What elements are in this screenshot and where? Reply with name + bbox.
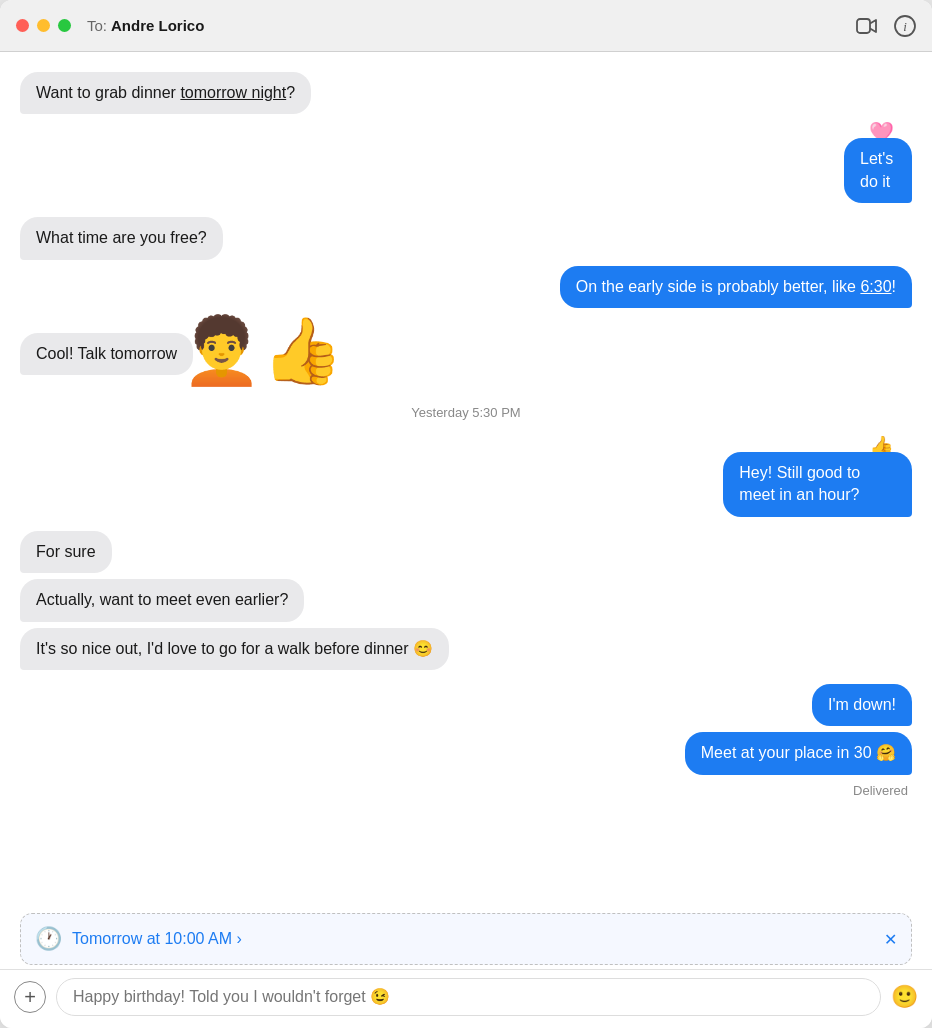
recipient-name: Andre Lorico [111, 17, 204, 34]
message-bubble: For sure [20, 531, 112, 573]
message-row: What time are you free? [20, 217, 912, 259]
message-bubble: Hey! Still good to meet in an hour? [723, 452, 912, 517]
title-bar: To: Andre Lorico i [0, 0, 932, 52]
input-area: + 🙂 [0, 969, 932, 1028]
message-bubble: What time are you free? [20, 217, 223, 259]
message-group-right: 👍 Hey! Still good to meet in an hour? [20, 434, 912, 517]
memoji-sticker: 🧑‍🦱👍 [181, 318, 343, 383]
close-button[interactable] [16, 19, 29, 32]
message-bubble: I'm down! [812, 684, 912, 726]
message-bubble: On the early side is probably better, li… [560, 266, 912, 308]
svg-text:i: i [903, 19, 907, 34]
info-button[interactable]: i [894, 15, 916, 37]
close-icon: ✕ [884, 931, 897, 948]
message-text: On the early side is probably better, li… [576, 278, 896, 295]
plus-icon: + [24, 986, 36, 1009]
messages-window: To: Andre Lorico i Want to grab dinner t… [0, 0, 932, 1028]
video-call-button[interactable] [856, 18, 878, 34]
message-row: Hey! Still good to meet in an hour? [635, 452, 912, 517]
scheduled-banner: 🕐 Tomorrow at 10:00 AM › ✕ [20, 913, 912, 965]
message-text: Cool! Talk tomorrow [36, 345, 177, 362]
to-label: To: [87, 17, 107, 34]
message-input[interactable] [56, 978, 881, 1016]
emoji-button[interactable]: 🙂 [891, 984, 918, 1010]
scheduled-time[interactable]: Tomorrow at 10:00 AM › [72, 930, 242, 948]
message-bubble: Cool! Talk tomorrow [20, 333, 193, 375]
message-text: Want to grab dinner tomorrow night? [36, 84, 295, 101]
emoji-icon: 🙂 [891, 984, 918, 1009]
message-row: On the early side is probably better, li… [20, 266, 912, 308]
fullscreen-button[interactable] [58, 19, 71, 32]
message-row: Actually, want to meet even earlier? [20, 579, 912, 621]
messages-area[interactable]: Want to grab dinner tomorrow night? 🩷 Le… [0, 52, 932, 905]
message-text: Actually, want to meet even earlier? [36, 591, 288, 608]
message-text: For sure [36, 543, 96, 560]
timestamp: Yesterday 5:30 PM [20, 405, 912, 420]
message-bubble: Meet at your place in 30 🤗 [685, 732, 912, 774]
message-bubble: Want to grab dinner tomorrow night? [20, 72, 311, 114]
message-row: Meet at your place in 30 🤗 [20, 732, 912, 774]
delivered-status: Delivered [20, 783, 912, 798]
chevron-right-icon: › [237, 930, 242, 947]
scheduled-time-text: Tomorrow at 10:00 AM [72, 930, 232, 947]
svg-rect-0 [857, 19, 870, 33]
message-text: It's so nice out, I'd love to go for a w… [36, 640, 433, 657]
message-row: It's so nice out, I'd love to go for a w… [20, 628, 912, 670]
title-bar-actions: i [856, 15, 916, 37]
message-text: I'm down! [828, 696, 896, 713]
message-row: Want to grab dinner tomorrow night? [20, 72, 912, 114]
clock-icon: 🕐 [35, 926, 62, 952]
message-text: What time are you free? [36, 229, 207, 246]
traffic-lights [16, 19, 71, 32]
message-row: For sure [20, 531, 912, 573]
message-text: Meet at your place in 30 🤗 [701, 744, 896, 761]
message-group-right: 🩷 Let's do it [20, 120, 912, 203]
add-button[interactable]: + [14, 981, 46, 1013]
message-row: I'm down! [20, 684, 912, 726]
message-row: Let's do it [812, 138, 912, 203]
message-text: Let's do it [860, 150, 893, 189]
close-scheduled-button[interactable]: ✕ [884, 930, 897, 949]
minimize-button[interactable] [37, 19, 50, 32]
message-text: Hey! Still good to meet in an hour? [739, 464, 860, 503]
message-row: Cool! Talk tomorrow 🧑‍🦱👍 [20, 318, 912, 383]
message-bubble: Let's do it [844, 138, 912, 203]
message-bubble: Actually, want to meet even earlier? [20, 579, 304, 621]
message-bubble: It's so nice out, I'd love to go for a w… [20, 628, 449, 670]
